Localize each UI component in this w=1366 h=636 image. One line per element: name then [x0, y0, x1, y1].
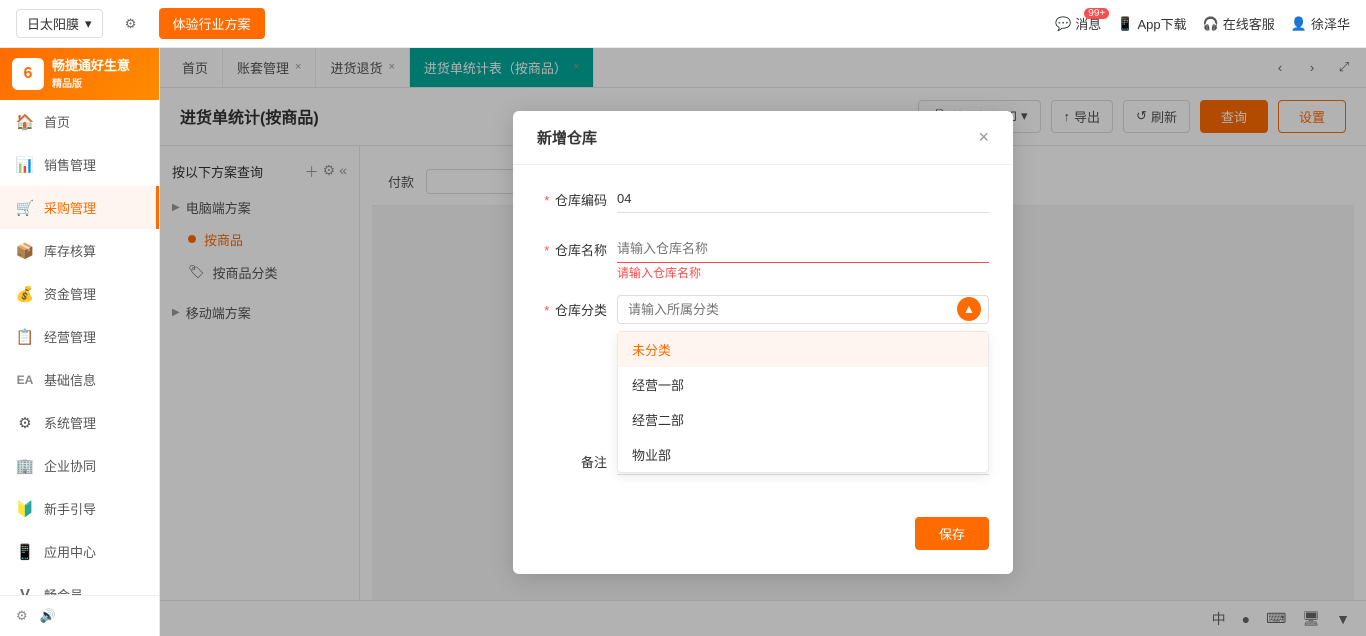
modal-title: 新增仓库: [537, 127, 597, 148]
sidebar-bottom: ⚙ 🔊: [0, 595, 159, 636]
sidebar-item-label: 资金管理: [44, 284, 96, 303]
sidebar-item-label: 首页: [44, 112, 70, 131]
sidebar-item-label: 新手引导: [44, 499, 96, 518]
sidebar: 6 畅捷通好生意 精品版 🏠 首页 📊 销售管理 🛒 采购管理 📦 库存: [0, 48, 160, 636]
sidebar-item-sales[interactable]: 📊 销售管理: [0, 143, 159, 186]
sales-icon: 📊: [16, 156, 34, 174]
modal-footer: 保存: [513, 517, 1013, 550]
system-icon: ⚙: [16, 414, 34, 432]
chevron-up-icon: ▲: [963, 302, 975, 316]
name-form-row: * 仓库名称 请输入仓库名称: [537, 235, 989, 267]
sidebar-item-label: 企业协同: [44, 456, 96, 475]
operations-icon: 📋: [16, 328, 34, 346]
name-error-msg: 请输入仓库名称: [617, 264, 701, 281]
app-download-btn[interactable]: 📱 App下载: [1117, 14, 1186, 33]
top-header-left: 日太阳膜 ▾ ⚙ 体验行业方案: [16, 8, 265, 40]
gear-button[interactable]: ⚙: [115, 8, 147, 40]
member-icon: V: [16, 586, 34, 596]
message-icon: 💬: [1055, 16, 1071, 32]
modal: 新增仓库 × * 仓库编码 *: [513, 111, 1013, 574]
sidebar-nav: 🏠 首页 📊 销售管理 🛒 采购管理 📦 库存核算 💰 资金管理 📋 经: [0, 100, 159, 595]
sidebar-item-label: 畅会员: [44, 585, 83, 595]
code-form-row: * 仓库编码: [537, 185, 989, 217]
dropdown-item-ops1[interactable]: 经营一部: [618, 367, 988, 402]
online-service-label: 在线客服: [1223, 14, 1275, 33]
inventory-icon: 📦: [16, 242, 34, 260]
settings-bottom-icon[interactable]: ⚙: [16, 608, 28, 624]
name-required-star: *: [544, 243, 549, 258]
category-wrapper: ▲ 未分类 经营一部 经营二部: [617, 295, 989, 324]
basic-icon: EA: [16, 371, 34, 389]
app-center-icon: 📱: [16, 543, 34, 561]
sidebar-item-basic[interactable]: EA 基础信息: [0, 358, 159, 401]
code-required-star: *: [544, 193, 549, 208]
sidebar-item-home[interactable]: 🏠 首页: [0, 100, 159, 143]
note-label: 备注: [537, 447, 617, 479]
purchase-icon: 🛒: [16, 199, 34, 217]
dropdown-item-uncategorized[interactable]: 未分类: [618, 332, 988, 367]
sidebar-item-label: 销售管理: [44, 155, 96, 174]
modal-header: 新增仓库 ×: [513, 111, 1013, 165]
home-icon: 🏠: [16, 113, 34, 131]
online-service-btn[interactable]: 🎧 在线客服: [1203, 14, 1275, 33]
modal-body: * 仓库编码 * 仓库名称 请输入仓库名称: [513, 165, 1013, 517]
name-label: * 仓库名称: [537, 235, 617, 267]
gear-icon: ⚙: [125, 16, 137, 32]
sidebar-item-member[interactable]: V 畅会员: [0, 573, 159, 595]
sidebar-item-system[interactable]: ⚙ 系统管理: [0, 401, 159, 444]
sidebar-item-enterprise[interactable]: 🏢 企业协同: [0, 444, 159, 487]
dropdown-item-ops2[interactable]: 经营二部: [618, 402, 988, 437]
sidebar-item-label: 经营管理: [44, 327, 96, 346]
audio-icon[interactable]: 🔊: [40, 608, 56, 624]
category-form-row: * 仓库分类 ▲ 未分类: [537, 295, 989, 327]
headphone-icon: 🎧: [1203, 16, 1219, 32]
logo-icon: 6: [12, 58, 44, 90]
sidebar-item-operations[interactable]: 📋 经营管理: [0, 315, 159, 358]
guide-icon: 🔰: [16, 500, 34, 518]
layout: 6 畅捷通好生意 精品版 🏠 首页 📊 销售管理 🛒 采购管理 📦 库存: [0, 48, 1366, 636]
top-header-right: 💬 消息 99+ 📱 App下载 🎧 在线客服 👤 徐泽华: [1055, 14, 1350, 33]
message-badge: 99+: [1084, 8, 1109, 19]
modal-close-btn[interactable]: ×: [978, 127, 989, 148]
enterprise-icon: 🏢: [16, 457, 34, 475]
sidebar-item-label: 基础信息: [44, 370, 96, 389]
logo-text: 畅捷通好生意 精品版: [52, 58, 130, 90]
sidebar-item-label: 应用中心: [44, 542, 96, 561]
code-label: * 仓库编码: [537, 185, 617, 217]
logo-area: 6 畅捷通好生意 精品版: [0, 48, 159, 100]
user-avatar: 👤: [1291, 16, 1307, 32]
store-selector[interactable]: 日太阳膜 ▾: [16, 9, 103, 38]
category-input[interactable]: [617, 295, 989, 324]
sidebar-item-purchase[interactable]: 🛒 采购管理: [0, 186, 159, 229]
finance-icon: 💰: [16, 285, 34, 303]
category-dropdown: 未分类 经营一部 经营二部 物业部: [617, 331, 989, 473]
user-info[interactable]: 👤 徐泽华: [1291, 14, 1350, 33]
category-required-star: *: [544, 303, 549, 318]
category-label: * 仓库分类: [537, 295, 617, 327]
sidebar-item-finance[interactable]: 💰 资金管理: [0, 272, 159, 315]
top-header: 日太阳膜 ▾ ⚙ 体验行业方案 💬 消息 99+ 📱 App下载 🎧 在线客服 …: [0, 0, 1366, 48]
sidebar-item-label: 库存核算: [44, 241, 96, 260]
app-icon: 📱: [1117, 16, 1133, 32]
message-btn[interactable]: 💬 消息 99+: [1055, 14, 1101, 33]
category-toggle-btn[interactable]: ▲: [957, 297, 981, 321]
sidebar-item-label: 系统管理: [44, 413, 96, 432]
sidebar-item-guide[interactable]: 🔰 新手引导: [0, 487, 159, 530]
store-dropdown-icon: ▾: [85, 16, 92, 32]
save-button[interactable]: 保存: [915, 517, 989, 550]
name-input[interactable]: [617, 235, 989, 263]
sidebar-item-inventory[interactable]: 📦 库存核算: [0, 229, 159, 272]
sidebar-item-label: 采购管理: [44, 198, 96, 217]
app-download-label: App下载: [1137, 14, 1186, 33]
sidebar-item-app[interactable]: 📱 应用中心: [0, 530, 159, 573]
dropdown-item-property[interactable]: 物业部: [618, 437, 988, 472]
store-name: 日太阳膜: [27, 14, 79, 33]
user-name: 徐泽华: [1311, 14, 1350, 33]
trial-button[interactable]: 体验行业方案: [159, 8, 265, 39]
code-input[interactable]: [617, 185, 989, 213]
modal-overlay[interactable]: 新增仓库 × * 仓库编码 *: [160, 48, 1366, 636]
right-panel: 首页 账套管理 × 进货退货 × 进货单统计表（按商品） × ‹ › ⤢ 进货单…: [160, 48, 1366, 636]
